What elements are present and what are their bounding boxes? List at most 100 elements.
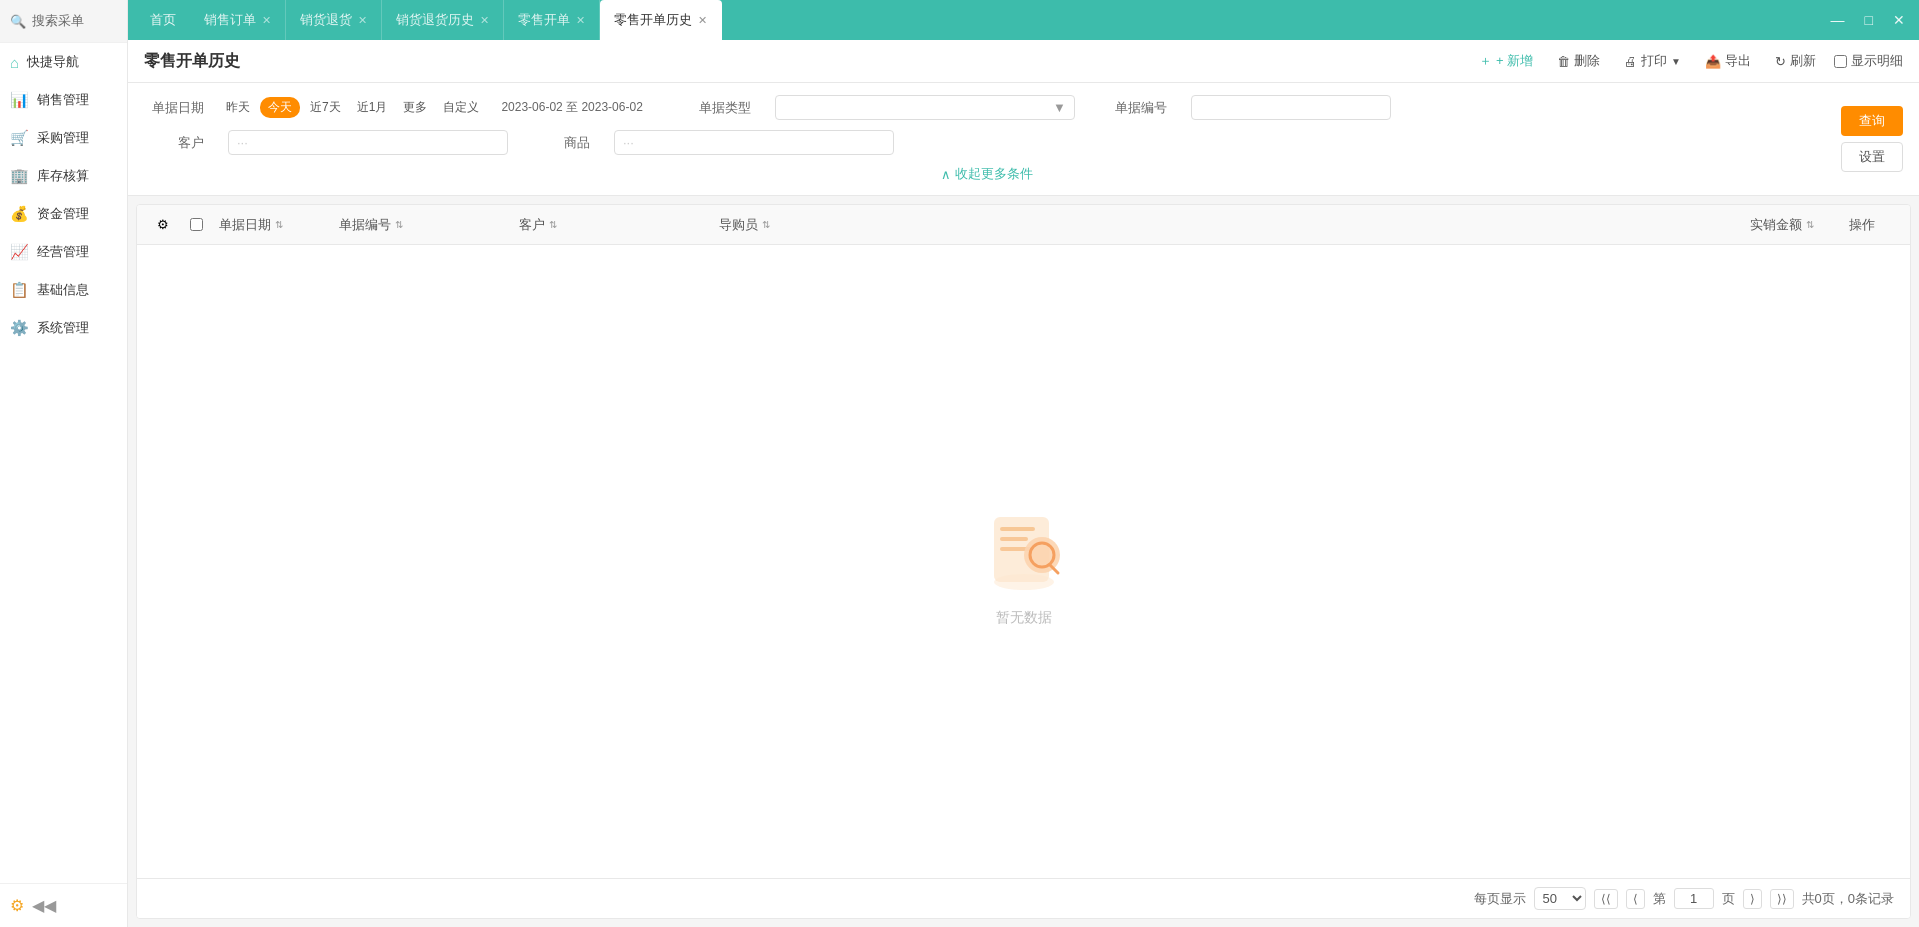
sidebar: 🔍 搜索采单 ⌂ 快捷导航 📊 销售管理 🛒 采购管理 🏢 库存核算 💰 资金管… (0, 0, 128, 927)
delete-button-label: 删除 (1574, 52, 1600, 70)
date-custom-btn[interactable]: 自定义 (437, 97, 485, 118)
sidebar-item-purchase-mgmt[interactable]: 🛒 采购管理 (0, 119, 127, 157)
column-settings-btn[interactable]: ⚙ (145, 217, 181, 232)
empty-text: 暂无数据 (996, 609, 1052, 627)
th-customer[interactable]: 客户 ⇅ (511, 216, 711, 234)
sidebar-bottom: ⚙ ◀◀ (0, 883, 127, 927)
next-page-btn[interactable]: ⟩ (1743, 889, 1762, 909)
new-button[interactable]: ＋ + 新增 (1473, 48, 1539, 74)
export-icon: 📤 (1705, 54, 1721, 69)
customer-filter-input[interactable]: ··· (228, 130, 508, 155)
select-all-checkbox-cell[interactable] (181, 218, 211, 231)
date-more-btn[interactable]: 更多 (397, 97, 433, 118)
goods-dots-icon: ··· (623, 135, 634, 150)
export-button[interactable]: 📤 导出 (1699, 48, 1757, 74)
sidebar-item-operations[interactable]: 📈 经营管理 (0, 233, 127, 271)
tab-close-icon[interactable]: ✕ (576, 14, 585, 27)
tab-sales-return[interactable]: 销货退货 ✕ (286, 0, 382, 40)
print-button[interactable]: 🖨 打印 ▼ (1618, 48, 1687, 74)
display-detail-checkbox-area[interactable]: 显示明细 (1834, 52, 1903, 70)
display-detail-checkbox[interactable] (1834, 55, 1847, 68)
maximize-button[interactable]: □ (1859, 10, 1879, 30)
delete-button[interactable]: 🗑 删除 (1551, 48, 1606, 74)
collapse-filter-btn[interactable]: ∧ 收起更多条件 (144, 165, 1829, 183)
settings-icon: ⚙ (157, 217, 169, 232)
close-button[interactable]: ✕ (1887, 10, 1911, 30)
tab-close-icon[interactable]: ✕ (262, 14, 271, 27)
cart-icon: 🛒 (10, 129, 29, 147)
tab-sales-return-label: 销货退货 (300, 11, 352, 29)
sidebar-item-basic-info[interactable]: 📋 基础信息 (0, 271, 127, 309)
tab-bar: 首页 销售订单 ✕ 销货退货 ✕ 销货退货历史 ✕ 零售开单 ✕ 零售开单历史 … (128, 0, 1919, 40)
tab-close-icon[interactable]: ✕ (358, 14, 367, 27)
th-date-label: 单据日期 (219, 216, 271, 234)
tab-sales-return-history-label: 销货退货历史 (396, 11, 474, 29)
display-detail-label: 显示明细 (1851, 52, 1903, 70)
filter-settings-button[interactable]: 设置 (1841, 142, 1903, 172)
minimize-button[interactable]: — (1825, 10, 1851, 30)
goods-filter-input[interactable]: ··· (614, 130, 894, 155)
th-guide[interactable]: 导购员 ⇅ (711, 216, 831, 234)
th-date[interactable]: 单据日期 ⇅ (211, 216, 331, 234)
sidebar-item-label: 库存核算 (37, 167, 89, 185)
page-number-input[interactable] (1674, 888, 1714, 909)
th-actions-label: 操作 (1849, 216, 1875, 234)
total-info: 共0页，0条记录 (1802, 890, 1894, 908)
tab-home-label: 首页 (150, 11, 176, 29)
tab-close-icon[interactable]: ✕ (480, 14, 489, 27)
sort-guide-icon: ⇅ (762, 219, 770, 230)
export-button-label: 导出 (1725, 52, 1751, 70)
toolbar-actions: ＋ + 新增 🗑 删除 🖨 打印 ▼ 📤 导出 ↻ (1473, 48, 1903, 74)
sidebar-item-sales-mgmt[interactable]: 📊 销售管理 (0, 81, 127, 119)
filter-row-1: 单据日期 昨天 今天 近7天 近1月 更多 自定义 2023-06-02 至 2… (144, 95, 1829, 120)
sidebar-search[interactable]: 🔍 搜索采单 (0, 0, 127, 43)
filter-right: 查询 设置 (1829, 95, 1903, 183)
main-area: 首页 销售订单 ✕ 销货退货 ✕ 销货退货历史 ✕ 零售开单 ✕ 零售开单历史 … (128, 0, 1919, 927)
toolbar: 零售开单历史 ＋ + 新增 🗑 删除 🖨 打印 ▼ 📤 导出 (128, 40, 1919, 83)
sidebar-item-inventory[interactable]: 🏢 库存核算 (0, 157, 127, 195)
sort-date-icon: ⇅ (275, 219, 283, 230)
money-icon: 💰 (10, 205, 29, 223)
type-filter-select[interactable]: ▼ (775, 95, 1075, 120)
date-yesterday-btn[interactable]: 昨天 (220, 97, 256, 118)
date-1month-btn[interactable]: 近1月 (351, 97, 394, 118)
sidebar-item-system[interactable]: ⚙️ 系统管理 (0, 309, 127, 347)
page-size-select[interactable]: 10 20 50 100 (1534, 887, 1586, 910)
per-page-label: 每页显示 (1474, 890, 1526, 908)
num-filter-input[interactable] (1191, 95, 1391, 120)
sidebar-collapse-button[interactable]: ◀◀ (32, 896, 56, 915)
filter-section: 单据日期 昨天 今天 近7天 近1月 更多 自定义 2023-06-02 至 2… (144, 95, 1903, 183)
tab-retail-open[interactable]: 零售开单 ✕ (504, 0, 600, 40)
operations-icon: 📈 (10, 243, 29, 261)
table-container: ⚙ 单据日期 ⇅ 单据编号 ⇅ 客户 ⇅ 导购员 (136, 204, 1911, 919)
refresh-button[interactable]: ↻ 刷新 (1769, 48, 1822, 74)
sidebar-item-finance[interactable]: 💰 资金管理 (0, 195, 127, 233)
filter-row-2: 客户 ··· 商品 ··· (144, 130, 1829, 155)
tab-home[interactable]: 首页 (136, 0, 190, 40)
print-button-label: 打印 (1641, 52, 1667, 70)
page-content: 零售开单历史 ＋ + 新增 🗑 删除 🖨 打印 ▼ 📤 导出 (128, 40, 1919, 927)
tab-close-icon[interactable]: ✕ (698, 14, 707, 27)
last-page-btn[interactable]: ⟩⟩ (1770, 889, 1794, 909)
select-all-checkbox[interactable] (190, 218, 203, 231)
refresh-icon: ↻ (1775, 54, 1786, 69)
refresh-button-label: 刷新 (1790, 52, 1816, 70)
date-7days-btn[interactable]: 近7天 (304, 97, 347, 118)
dots-icon: ··· (237, 135, 248, 150)
new-button-label: + 新增 (1496, 52, 1533, 70)
sidebar-item-label: 快捷导航 (27, 53, 79, 71)
settings-gear-button[interactable]: ⚙ (10, 896, 24, 915)
date-today-btn[interactable]: 今天 (260, 97, 300, 118)
tab-sales-return-history[interactable]: 销货退货历史 ✕ (382, 0, 504, 40)
window-buttons: — □ ✕ (1825, 10, 1911, 30)
prev-page-btn[interactable]: ⟨ (1626, 889, 1645, 909)
tab-retail-open-history[interactable]: 零售开单历史 ✕ (600, 0, 722, 40)
sidebar-item-quick-nav[interactable]: ⌂ 快捷导航 (0, 43, 127, 81)
th-amount[interactable]: 实销金额 ⇅ (1702, 216, 1822, 234)
query-button[interactable]: 查询 (1841, 106, 1903, 136)
first-page-btn[interactable]: ⟨⟨ (1594, 889, 1618, 909)
th-num[interactable]: 单据编号 ⇅ (331, 216, 511, 234)
tab-sales-order[interactable]: 销售订单 ✕ (190, 0, 286, 40)
page-prefix-label: 第 (1653, 890, 1666, 908)
print-icon: 🖨 (1624, 54, 1637, 69)
